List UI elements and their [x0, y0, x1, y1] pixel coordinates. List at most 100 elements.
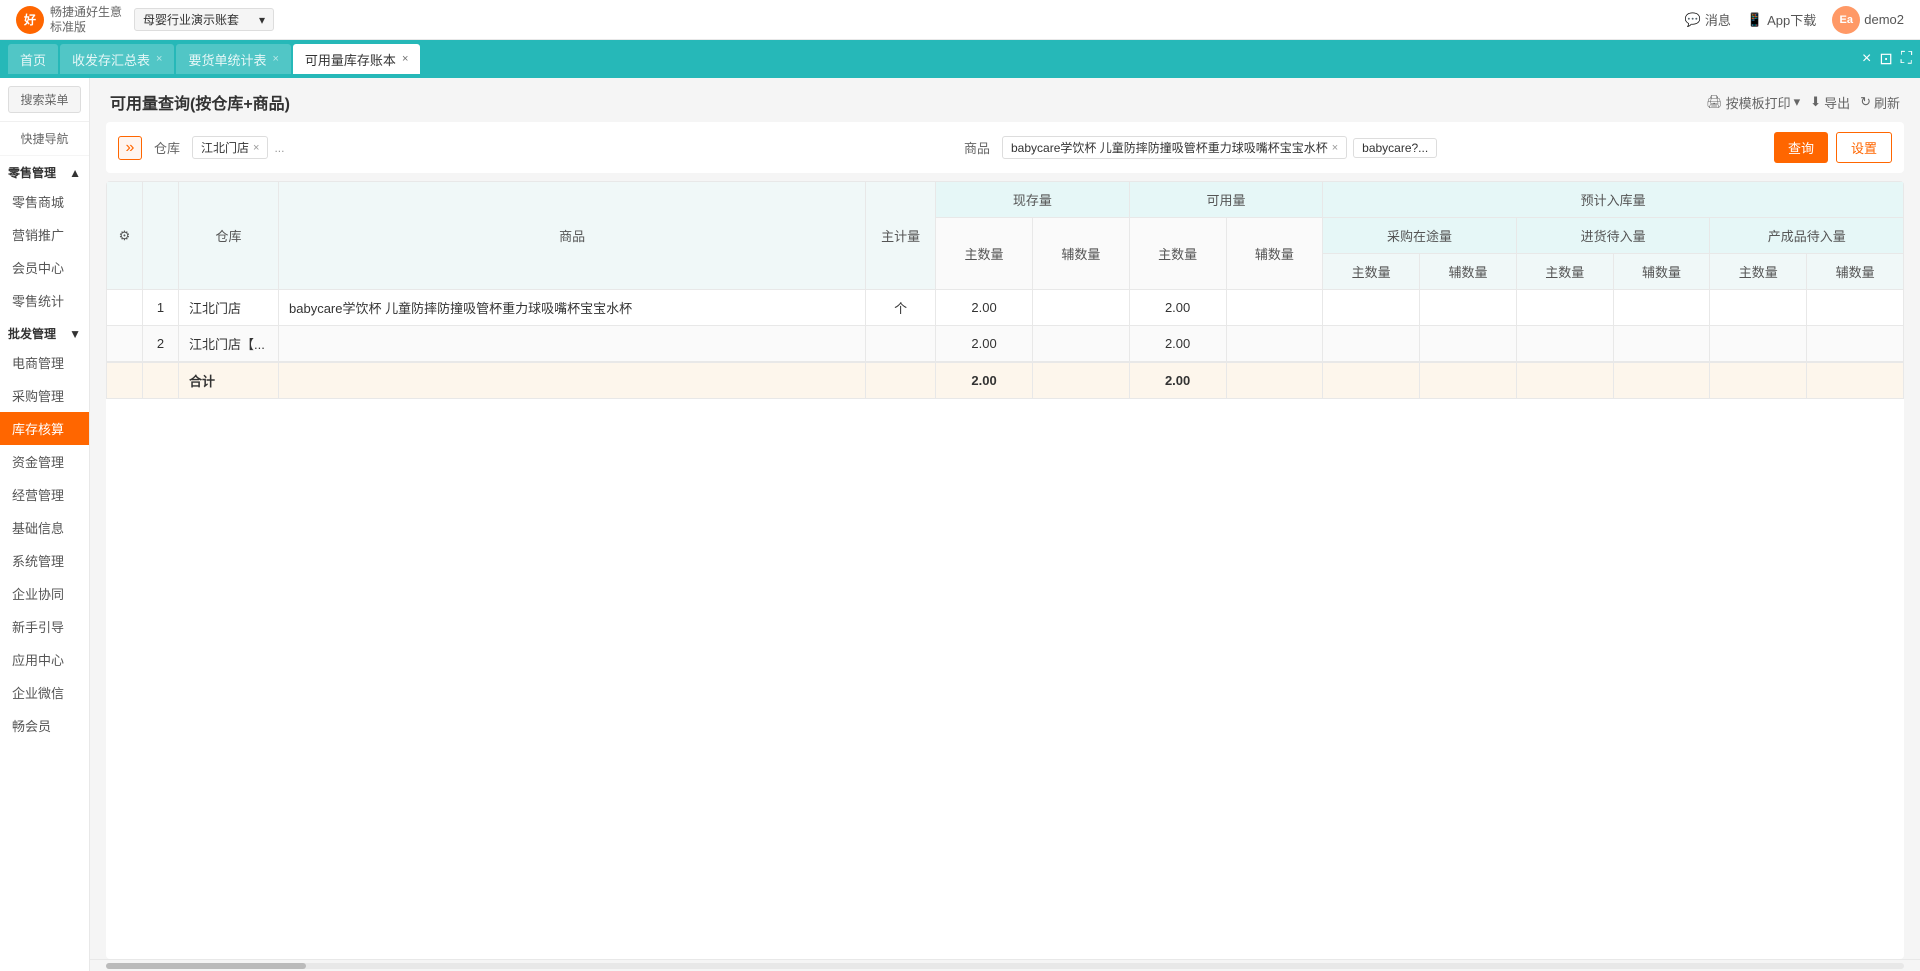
restore-window-icon[interactable]: ⊡ — [1879, 49, 1892, 69]
query-button[interactable]: 查询 — [1774, 132, 1828, 163]
sidebar-item-purchase[interactable]: 采购管理 — [0, 379, 89, 412]
td-product: babycare学饮杯 儿童防摔防撞吸管杯重力球吸嘴杯宝宝水杯 — [279, 290, 866, 326]
td-inbound-main — [1516, 290, 1613, 326]
td-warehouse: 江北门店 — [179, 290, 279, 326]
close-window-icon[interactable]: × — [1862, 50, 1871, 68]
th-purchase-aux: 辅数量 — [1420, 254, 1517, 290]
sidebar-item-vip-member[interactable]: 畅会员 — [0, 709, 89, 742]
app-download-button[interactable]: 📱 App下载 — [1747, 10, 1816, 29]
sidebar: 搜索菜单 快捷导航 零售管理 ▲ 零售商城 营销推广 会员中心 零售统计 批发管… — [0, 78, 90, 971]
sidebar-section-retail: 零售管理 ▲ — [0, 156, 89, 185]
tab-home[interactable]: 首页 — [8, 44, 58, 74]
filter-toggle-button[interactable]: » — [118, 136, 142, 160]
sidebar-item-ecommerce[interactable]: 电商管理 — [0, 346, 89, 379]
filter-actions: 查询 设置 — [1774, 132, 1892, 163]
chevron-down-icon: ▾ — [259, 13, 265, 27]
table-group-row: 2 江北门店【... 2.00 2.00 — [107, 326, 1904, 363]
th-purchase-main: 主数量 — [1323, 254, 1420, 290]
sidebar-item-member-center[interactable]: 会员中心 — [0, 251, 89, 284]
export-icon: ⬇ — [1810, 94, 1821, 110]
th-production-main: 主数量 — [1710, 254, 1807, 290]
sidebar-item-operation[interactable]: 经营管理 — [0, 478, 89, 511]
td-footer-production-aux — [1807, 362, 1904, 399]
td-footer-current-main: 2.00 — [936, 362, 1033, 399]
refresh-button[interactable]: ↻ 刷新 — [1860, 93, 1900, 112]
horizontal-scrollbar[interactable] — [90, 959, 1920, 971]
table-row: 1 江北门店 babycare学饮杯 儿童防摔防撞吸管杯重力球吸嘴杯宝宝水杯 个… — [107, 290, 1904, 326]
tab-receipt-summary-close[interactable]: × — [156, 53, 162, 65]
warehouse-label: 仓库 — [154, 138, 180, 157]
td-group-inbound-main — [1516, 326, 1613, 363]
td-current-main: 2.00 — [936, 290, 1033, 326]
sidebar-item-enterprise-wechat[interactable]: 企业微信 — [0, 676, 89, 709]
message-button[interactable]: 💬 消息 — [1685, 10, 1731, 29]
sidebar-item-new-guide[interactable]: 新手引导 — [0, 610, 89, 643]
product-tag-1-close[interactable]: × — [1332, 142, 1338, 154]
td-group-avail-aux — [1226, 326, 1323, 363]
tab-order-stats[interactable]: 要货单统计表 × — [176, 44, 290, 74]
td-footer-production-main — [1710, 362, 1807, 399]
warehouse-tag-close[interactable]: × — [253, 142, 259, 154]
warehouse-more[interactable]: ... — [274, 141, 284, 155]
sidebar-item-inventory[interactable]: 库存核算 — [0, 412, 89, 445]
top-bar-left: 好 畅捷通好生意 标准版 母婴行业演示账套 ▾ — [16, 5, 274, 34]
table-container: ⚙ 仓库 商品 主计量 现存量 可用量 预计入库量 主数量 辅数量 主数量 辅数… — [106, 181, 1904, 959]
td-row-num: 1 — [143, 290, 179, 326]
product-filter-tags: babycare学饮杯 儿童防摔防撞吸管杯重力球吸嘴杯宝宝水杯 × babyca… — [1002, 136, 1762, 159]
page-header: 可用量查询(按仓库+商品) 🖨 按模板打印 ▾ ⬇ 导出 ↻ 刷新 — [90, 78, 1920, 122]
user-menu[interactable]: Ea demo2 — [1832, 6, 1904, 34]
td-footer-label: 合计 — [179, 362, 279, 399]
td-group-purchase-aux — [1420, 326, 1517, 363]
industry-selector[interactable]: 母婴行业演示账套 ▾ — [134, 8, 274, 31]
td-group-avail-main: 2.00 — [1129, 326, 1226, 363]
td-group-unit — [866, 326, 936, 363]
th-purchase-transit: 采购在途量 — [1323, 218, 1517, 254]
th-production-pending: 产成品待入量 — [1710, 218, 1904, 254]
td-production-main — [1710, 290, 1807, 326]
sidebar-item-retail-stats[interactable]: 零售统计 — [0, 284, 89, 317]
td-group-warehouse: 江北门店【... — [179, 326, 279, 363]
tab-available-stock-close[interactable]: × — [402, 53, 408, 65]
tab-available-stock[interactable]: 可用量库存账本 × — [293, 44, 420, 74]
chevron-down-icon: ▼ — [69, 327, 81, 341]
td-group-production-aux — [1807, 326, 1904, 363]
print-template-button[interactable]: 🖨 按模板打印 ▾ — [1706, 93, 1800, 112]
settings-button[interactable]: 设置 — [1836, 132, 1892, 163]
sidebar-search-button[interactable]: 搜索菜单 — [8, 86, 81, 113]
sidebar-item-finance[interactable]: 资金管理 — [0, 445, 89, 478]
td-group-production-main — [1710, 326, 1807, 363]
sidebar-item-marketing[interactable]: 营销推广 — [0, 218, 89, 251]
tab-order-stats-close[interactable]: × — [272, 53, 278, 65]
scrollbar-thumb[interactable] — [106, 963, 306, 969]
th-inbound-pending: 进货待入量 — [1516, 218, 1710, 254]
sidebar-item-app-center[interactable]: 应用中心 — [0, 643, 89, 676]
logo-text: 畅捷通好生意 标准版 — [50, 5, 122, 34]
data-table: ⚙ 仓库 商品 主计量 现存量 可用量 预计入库量 主数量 辅数量 主数量 辅数… — [106, 181, 1904, 399]
top-bar: 好 畅捷通好生意 标准版 母婴行业演示账套 ▾ 💬 消息 📱 App下载 Ea … — [0, 0, 1920, 40]
sidebar-item-quick-nav[interactable]: 快捷导航 — [0, 122, 89, 156]
td-footer-avail-main: 2.00 — [1129, 362, 1226, 399]
chevron-down-icon: ▾ — [1794, 94, 1801, 110]
th-current-main-qty: 主数量 — [936, 218, 1033, 290]
th-main-unit: 主计量 — [866, 182, 936, 290]
td-settings — [107, 290, 143, 326]
sidebar-item-basic-info[interactable]: 基础信息 — [0, 511, 89, 544]
refresh-icon: ↻ — [1860, 94, 1871, 110]
export-button[interactable]: ⬇ 导出 — [1810, 93, 1850, 112]
td-footer-settings — [107, 362, 143, 399]
tab-home-label: 首页 — [20, 50, 46, 69]
tab-receipt-summary[interactable]: 收发存汇总表 × — [60, 44, 174, 74]
td-group-purchase-main — [1323, 326, 1420, 363]
td-avail-main: 2.00 — [1129, 290, 1226, 326]
tab-order-stats-label: 要货单统计表 — [188, 50, 266, 69]
page-title: 可用量查询(按仓库+商品) — [110, 90, 290, 114]
warehouse-tag: 江北门店 × — [192, 136, 268, 159]
td-footer-current-aux — [1032, 362, 1129, 399]
sidebar-item-system[interactable]: 系统管理 — [0, 544, 89, 577]
td-footer-avail-aux — [1226, 362, 1323, 399]
td-main-unit: 个 — [866, 290, 936, 326]
maximize-window-icon[interactable]: ⛶ — [1901, 50, 1912, 68]
top-bar-right: 💬 消息 📱 App下载 Ea demo2 — [1685, 6, 1904, 34]
sidebar-item-enterprise-collab[interactable]: 企业协同 — [0, 577, 89, 610]
sidebar-item-retail-shop[interactable]: 零售商城 — [0, 185, 89, 218]
